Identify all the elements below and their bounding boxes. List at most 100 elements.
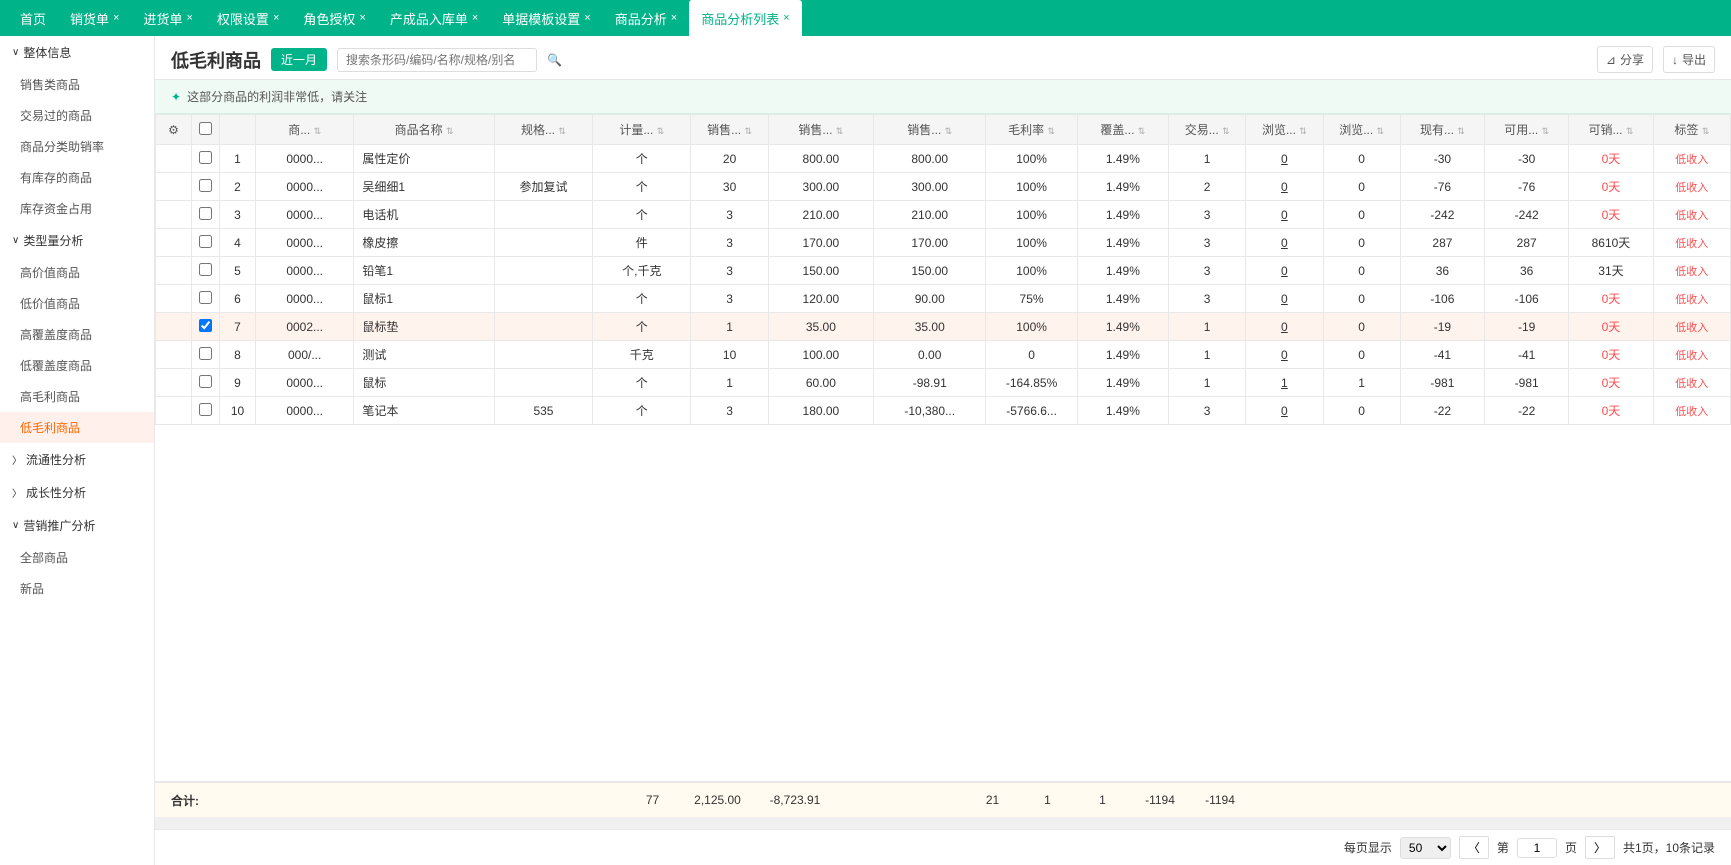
nav-product-analysis[interactable]: 商品分析 × xyxy=(603,0,689,36)
row-checkbox[interactable] xyxy=(199,319,212,332)
row-views1-cell[interactable]: 0 xyxy=(1246,229,1323,257)
row-views1-cell[interactable]: 0 xyxy=(1246,341,1323,369)
next-page-button[interactable]: 〉 xyxy=(1585,836,1615,859)
row-available-stock-cell: 287 xyxy=(1485,229,1569,257)
views2-column-header[interactable]: 浏览... ⇅ xyxy=(1323,115,1400,145)
trade-count-column-header[interactable]: 交易... ⇅ xyxy=(1169,115,1246,145)
row-check-cell[interactable] xyxy=(192,397,220,425)
filter-recent-month-button[interactable]: 近一月 xyxy=(271,48,327,71)
page-size-select[interactable]: 50 100 200 xyxy=(1400,837,1451,859)
row-checkbox[interactable] xyxy=(199,263,212,276)
table-container[interactable]: ⚙ 商... ⇅ 商品名称 ⇅ 规格... ⇅ 计量... ⇅ 销售... ⇅ … xyxy=(155,114,1731,781)
row-checkbox[interactable] xyxy=(199,151,212,164)
sales-qty-column-header[interactable]: 销售... ⇅ xyxy=(691,115,768,145)
close-icon[interactable]: × xyxy=(671,12,677,24)
gross-margin-column-header[interactable]: 毛利率 ⇅ xyxy=(986,115,1077,145)
close-icon[interactable]: × xyxy=(113,12,119,24)
sidebar-item-sales-products[interactable]: 销售类商品 xyxy=(0,69,154,100)
row-views1-cell[interactable]: 0 xyxy=(1246,397,1323,425)
sales-price-column-header[interactable]: 销售... ⇅ xyxy=(768,115,873,145)
row-checkbox[interactable] xyxy=(199,347,212,360)
row-code-cell: 0000... xyxy=(256,173,354,201)
row-views1-cell[interactable]: 0 xyxy=(1246,173,1323,201)
sidebar-item-low-margin[interactable]: 低毛利商品 xyxy=(0,412,154,443)
sidebar-group-overall[interactable]: ∨ 整体信息 xyxy=(0,36,154,69)
settings-column-header[interactable]: ⚙ xyxy=(156,115,192,145)
tag-column-header[interactable]: 标签 ⇅ xyxy=(1653,115,1730,145)
sidebar-item-high-margin[interactable]: 高毛利商品 xyxy=(0,381,154,412)
nav-purchase-order[interactable]: 进货单 × xyxy=(131,0,204,36)
available-stock-column-header[interactable]: 可用... ⇅ xyxy=(1485,115,1569,145)
nav-template-settings[interactable]: 单据模板设置 × xyxy=(490,0,602,36)
row-name-cell: 测试 xyxy=(354,341,494,369)
spec-column-header[interactable]: 规格... ⇅ xyxy=(494,115,592,145)
close-icon[interactable]: × xyxy=(783,12,789,24)
coverage-column-header[interactable]: 覆盖... ⇅ xyxy=(1077,115,1168,145)
check-column-header[interactable] xyxy=(192,115,220,145)
row-checkbox[interactable] xyxy=(199,375,212,388)
row-check-cell[interactable] xyxy=(192,341,220,369)
page-number-input[interactable] xyxy=(1517,838,1557,858)
share-button[interactable]: ⊿ 分享 xyxy=(1597,46,1653,73)
prev-page-button[interactable]: 〈 xyxy=(1459,836,1489,859)
saleable-days-column-header[interactable]: 可销... ⇅ xyxy=(1569,115,1653,145)
row-views1-cell[interactable]: 0 xyxy=(1246,257,1323,285)
views1-column-header[interactable]: 浏览... ⇅ xyxy=(1246,115,1323,145)
name-column-header[interactable]: 商品名称 ⇅ xyxy=(354,115,494,145)
row-check-cell[interactable] xyxy=(192,313,220,341)
row-views1-cell[interactable]: 0 xyxy=(1246,201,1323,229)
sidebar-group-circulation[interactable]: 〉 流通性分析 xyxy=(0,443,154,476)
row-check-cell[interactable] xyxy=(192,145,220,173)
sidebar-item-category-sales-rate[interactable]: 商品分类助销率 xyxy=(0,131,154,162)
sidebar-item-high-coverage[interactable]: 高覆盖度商品 xyxy=(0,319,154,350)
nav-role-auth[interactable]: 角色授权 × xyxy=(291,0,377,36)
row-checkbox[interactable] xyxy=(199,179,212,192)
sidebar-item-high-value[interactable]: 高价值商品 xyxy=(0,257,154,288)
close-icon[interactable]: × xyxy=(584,12,590,24)
sidebar-item-new-products[interactable]: 新品 xyxy=(0,573,154,604)
row-checkbox[interactable] xyxy=(199,207,212,220)
select-all-checkbox[interactable] xyxy=(199,122,212,135)
row-checkbox[interactable] xyxy=(199,291,212,304)
row-views1-cell[interactable]: 0 xyxy=(1246,285,1323,313)
sidebar-item-all-products[interactable]: 全部商品 xyxy=(0,542,154,573)
current-stock-column-header[interactable]: 现有... ⇅ xyxy=(1400,115,1484,145)
search-input[interactable] xyxy=(337,48,537,72)
sidebar-group-quantity-analysis[interactable]: ∨ 类型量分析 xyxy=(0,224,154,257)
row-views1-cell[interactable]: 0 xyxy=(1246,145,1323,173)
nav-permission[interactable]: 权限设置 × xyxy=(205,0,291,36)
nav-home[interactable]: 首页 xyxy=(8,0,58,36)
sidebar-item-inventory-capital[interactable]: 库存资金占用 xyxy=(0,193,154,224)
row-check-cell[interactable] xyxy=(192,201,220,229)
row-checkbox[interactable] xyxy=(199,403,212,416)
row-unit-cell: 个 xyxy=(593,313,691,341)
sidebar-group-marketing[interactable]: ∨ 营销推广分析 xyxy=(0,509,154,542)
sales-amount-column-header[interactable]: 销售... ⇅ xyxy=(874,115,986,145)
code-column-header[interactable]: 商... ⇅ xyxy=(256,115,354,145)
export-button[interactable]: ↓ 导出 xyxy=(1663,46,1715,73)
nav-product-entry[interactable]: 产成品入库单 × xyxy=(378,0,490,36)
sidebar-item-stocked-products[interactable]: 有库存的商品 xyxy=(0,162,154,193)
row-check-cell[interactable] xyxy=(192,229,220,257)
sidebar-group-growth[interactable]: 〉 成长性分析 xyxy=(0,476,154,509)
nav-product-analysis-list[interactable]: 商品分析列表 × xyxy=(689,0,801,36)
unit-column-header[interactable]: 计量... ⇅ xyxy=(593,115,691,145)
row-views1-cell[interactable]: 0 xyxy=(1246,313,1323,341)
horizontal-scrollbar[interactable] xyxy=(155,817,1731,829)
row-check-cell[interactable] xyxy=(192,173,220,201)
close-icon[interactable]: × xyxy=(472,12,478,24)
search-icon[interactable]: 🔍 xyxy=(547,53,562,67)
close-icon[interactable]: × xyxy=(359,12,365,24)
sidebar-item-traded-products[interactable]: 交易过的商品 xyxy=(0,100,154,131)
row-views1-cell[interactable]: 1 xyxy=(1246,369,1323,397)
close-icon[interactable]: × xyxy=(273,12,279,24)
nav-sales-order[interactable]: 销货单 × xyxy=(58,0,131,36)
row-check-cell[interactable] xyxy=(192,369,220,397)
row-check-cell[interactable] xyxy=(192,257,220,285)
row-checkbox[interactable] xyxy=(199,235,212,248)
row-check-cell[interactable] xyxy=(192,285,220,313)
close-icon[interactable]: × xyxy=(186,12,192,24)
sidebar-item-low-value[interactable]: 低价值商品 xyxy=(0,288,154,319)
row-gross-margin-cell: 100% xyxy=(986,173,1077,201)
sidebar-item-low-coverage[interactable]: 低覆盖度商品 xyxy=(0,350,154,381)
